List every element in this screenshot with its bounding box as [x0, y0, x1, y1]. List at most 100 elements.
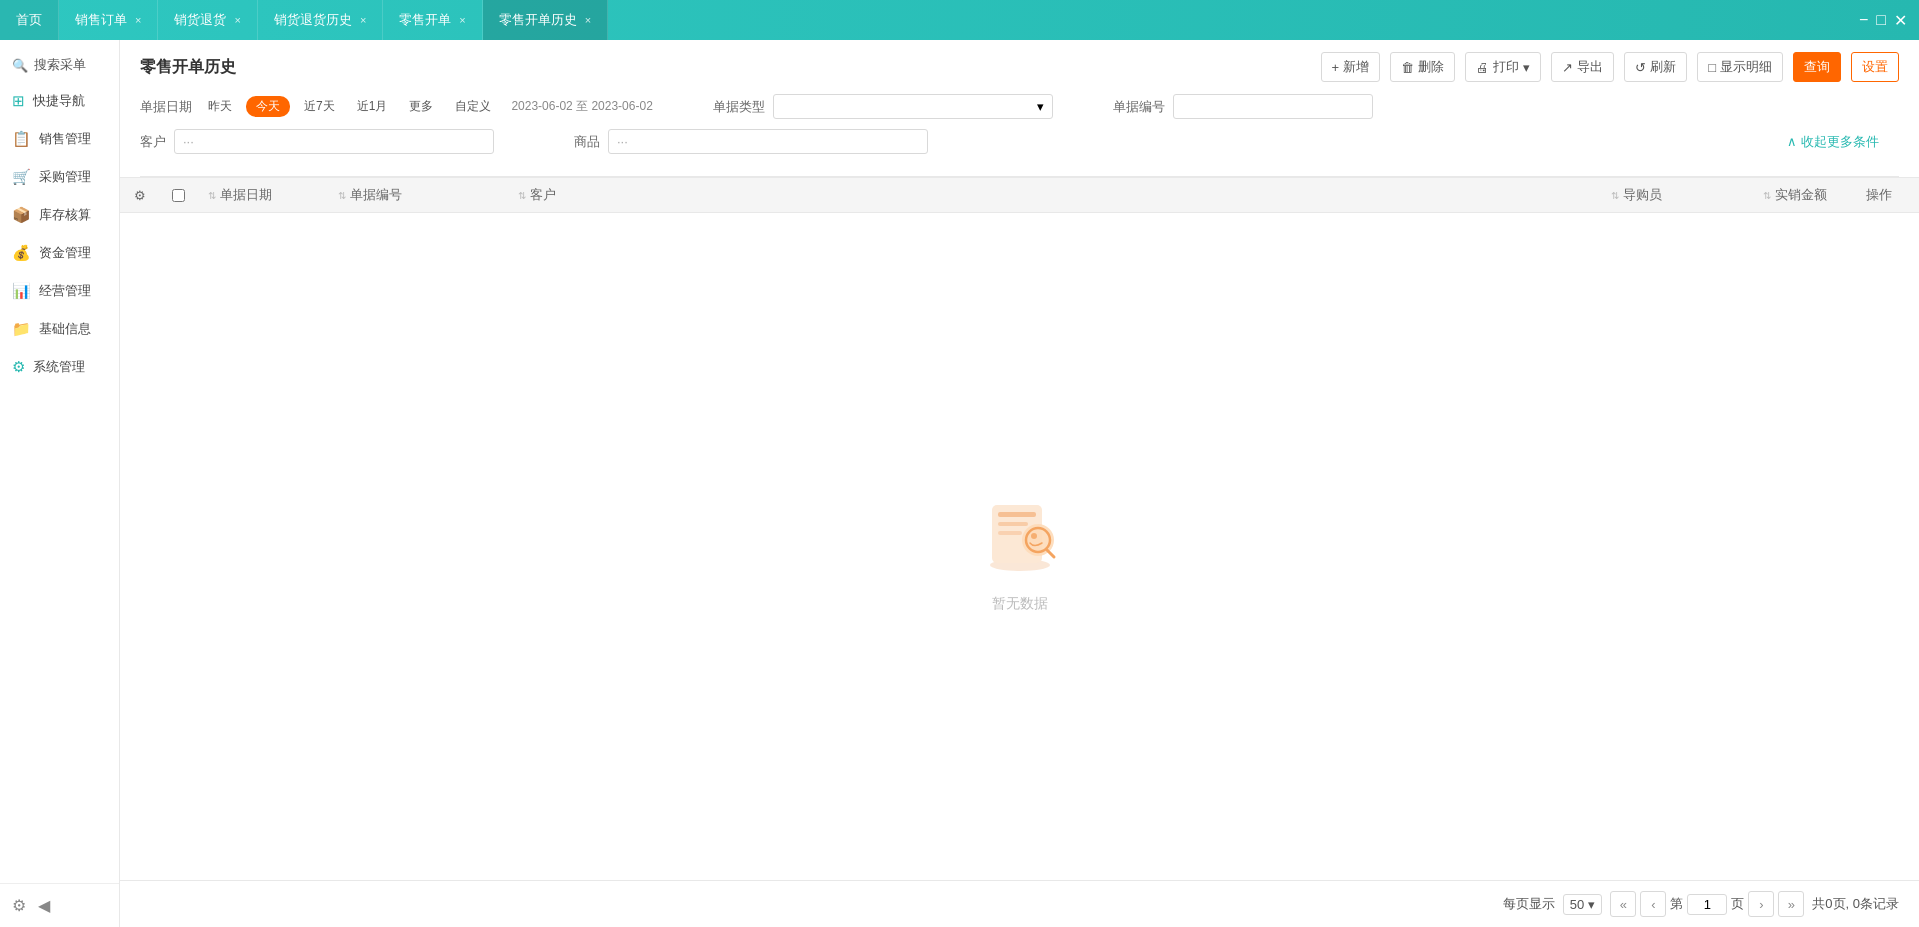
- export-label: 导出: [1577, 58, 1603, 76]
- sort-customer-icon[interactable]: ⇅: [518, 190, 526, 201]
- sort-guide-icon[interactable]: ⇅: [1611, 190, 1619, 201]
- sort-amount-icon[interactable]: ⇅: [1763, 190, 1771, 201]
- display-detail-button[interactable]: □ 显示明细: [1697, 52, 1783, 82]
- sidebar-item-quick-nav[interactable]: ⊞ 快捷导航: [0, 82, 119, 120]
- sidebar-item-inventory[interactable]: 📦 库存核算: [0, 196, 119, 234]
- search-icon: 🔍: [12, 58, 28, 73]
- page-size-dropdown-icon: ▾: [1588, 897, 1595, 912]
- first-page-btn[interactable]: «: [1610, 891, 1636, 917]
- shortcut-7days[interactable]: 近7天: [296, 96, 343, 117]
- sidebar-search[interactable]: 🔍 搜索采单: [0, 48, 119, 82]
- shortcut-1month[interactable]: 近1月: [349, 96, 396, 117]
- tab-retail-open[interactable]: 零售开单 ×: [383, 0, 482, 40]
- filter-num: 单据编号: [1113, 94, 1373, 119]
- sidebar-item-operations[interactable]: 📊 经营管理: [0, 272, 119, 310]
- tab-retail-open-history[interactable]: 零售开单历史 ×: [483, 0, 608, 40]
- tab-sales-order[interactable]: 销售订单 ×: [59, 0, 158, 40]
- sidebar-item-base-info[interactable]: 📁 基础信息: [0, 310, 119, 348]
- close-btn[interactable]: ✕: [1894, 11, 1907, 30]
- sidebar-item-operations-label: 经营管理: [39, 282, 91, 300]
- tab-retail-open-history-close[interactable]: ×: [585, 14, 591, 26]
- goods-ellipsis: ···: [617, 134, 628, 149]
- customer-select[interactable]: ···: [174, 129, 494, 154]
- th-amount: ⇅ 实销金额: [1719, 186, 1839, 204]
- tab-sales-order-label: 销售订单: [75, 11, 127, 29]
- display-detail-icon: □: [1708, 60, 1716, 75]
- page-size-select[interactable]: 50 ▾: [1563, 894, 1602, 915]
- tab-sales-order-close[interactable]: ×: [135, 14, 141, 26]
- tab-sales-return-history-close[interactable]: ×: [360, 14, 366, 26]
- goods-select[interactable]: ···: [608, 129, 928, 154]
- filter-row-1: 单据日期 昨天 今天 近7天 近1月 更多 自定义 2023-06-02 至 2…: [140, 94, 1899, 119]
- th-num: ⇅ 单据编号: [326, 186, 506, 204]
- refresh-button[interactable]: ↺ 刷新: [1624, 52, 1687, 82]
- page-label: 第: [1670, 895, 1683, 913]
- sidebar-item-purchase-mgmt[interactable]: 🛒 采购管理: [0, 158, 119, 196]
- tab-retail-open-close[interactable]: ×: [459, 14, 465, 26]
- num-input[interactable]: [1173, 94, 1373, 119]
- th-gear[interactable]: ⚙: [120, 188, 160, 203]
- sidebar-item-system-mgmt[interactable]: ⚙ 系统管理: [0, 348, 119, 386]
- sidebar-item-finance-label: 资金管理: [39, 244, 91, 262]
- type-dropdown-icon: ▾: [1037, 99, 1044, 114]
- page-size-value: 50: [1570, 897, 1584, 912]
- query-button[interactable]: 查询: [1793, 52, 1841, 82]
- add-button[interactable]: + 新增: [1321, 52, 1381, 82]
- collapse-sidebar-icon[interactable]: ◀: [38, 896, 50, 915]
- settings-icon[interactable]: ⚙: [12, 896, 26, 915]
- export-button[interactable]: ↗ 导出: [1551, 52, 1614, 82]
- sidebar-item-sales-mgmt[interactable]: 📋 销售管理: [0, 120, 119, 158]
- tab-sales-return-close[interactable]: ×: [234, 14, 240, 26]
- tab-retail-open-history-label: 零售开单历史: [499, 11, 577, 29]
- sort-num-icon[interactable]: ⇅: [338, 190, 346, 201]
- filter-date: 单据日期 昨天 今天 近7天 近1月 更多 自定义 2023-06-02 至 2…: [140, 96, 653, 117]
- th-amount-label: 实销金额: [1775, 186, 1827, 204]
- maximize-btn[interactable]: □: [1876, 11, 1886, 29]
- page-title: 零售开单历史: [140, 57, 236, 78]
- finance-icon: 💰: [12, 244, 31, 262]
- shortcut-yesterday[interactable]: 昨天: [200, 96, 240, 117]
- empty-state: 暂无数据: [120, 213, 1919, 880]
- filter-row-2: 客户 ··· 商品 ··· ∧ 收起更多条件: [140, 129, 1899, 154]
- tab-home[interactable]: 首页: [0, 0, 59, 40]
- tab-sales-return[interactable]: 销货退货 ×: [158, 0, 257, 40]
- sort-date-icon[interactable]: ⇅: [208, 190, 216, 201]
- svg-rect-4: [998, 531, 1022, 535]
- sidebar-bottom: ⚙ ◀: [0, 883, 119, 927]
- purchase-mgmt-icon: 🛒: [12, 168, 31, 186]
- svg-rect-3: [998, 522, 1028, 526]
- th-date: ⇅ 单据日期: [196, 186, 326, 204]
- print-button[interactable]: 🖨 打印 ▾: [1465, 52, 1541, 82]
- th-customer-label: 客户: [530, 186, 556, 204]
- sidebar-item-finance[interactable]: 💰 资金管理: [0, 234, 119, 272]
- next-page-btn[interactable]: ›: [1748, 891, 1774, 917]
- settings-filter-button[interactable]: 设置: [1851, 52, 1899, 82]
- svg-point-8: [1031, 533, 1037, 539]
- prev-page-btn[interactable]: ‹: [1640, 891, 1666, 917]
- collapse-more-btn[interactable]: ∧ 收起更多条件: [1787, 133, 1899, 151]
- svg-line-7: [1047, 550, 1054, 557]
- shortcut-custom[interactable]: 自定义: [447, 96, 499, 117]
- tabs-container: 首页 销售订单 × 销货退货 × 销货退货历史 × 零售开单 × 零售开单历史 …: [0, 0, 1847, 40]
- delete-button[interactable]: 🗑 删除: [1390, 52, 1455, 82]
- type-dropdown[interactable]: ▾: [773, 94, 1053, 119]
- last-page-btn[interactable]: »: [1778, 891, 1804, 917]
- print-label: 打印: [1493, 58, 1519, 76]
- filter-area: 单据日期 昨天 今天 近7天 近1月 更多 自定义 2023-06-02 至 2…: [140, 94, 1899, 177]
- add-icon: +: [1332, 60, 1340, 75]
- shortcut-today[interactable]: 今天: [246, 96, 290, 117]
- system-mgmt-icon: ⚙: [12, 358, 25, 376]
- collapse-icon: ∧: [1787, 134, 1797, 149]
- display-detail-label: 显示明细: [1720, 58, 1772, 76]
- tab-retail-open-label: 零售开单: [399, 11, 451, 29]
- refresh-label: 刷新: [1650, 58, 1676, 76]
- collapse-label: 收起更多条件: [1801, 133, 1879, 151]
- th-check[interactable]: [160, 189, 196, 202]
- minimize-btn[interactable]: −: [1859, 11, 1868, 29]
- tab-home-label: 首页: [16, 11, 42, 29]
- shortcut-more[interactable]: 更多: [401, 96, 441, 117]
- sidebar-item-quick-nav-label: 快捷导航: [33, 92, 85, 110]
- tab-sales-return-history[interactable]: 销货退货历史 ×: [258, 0, 383, 40]
- page-input[interactable]: [1687, 894, 1727, 915]
- select-all-checkbox[interactable]: [172, 189, 185, 202]
